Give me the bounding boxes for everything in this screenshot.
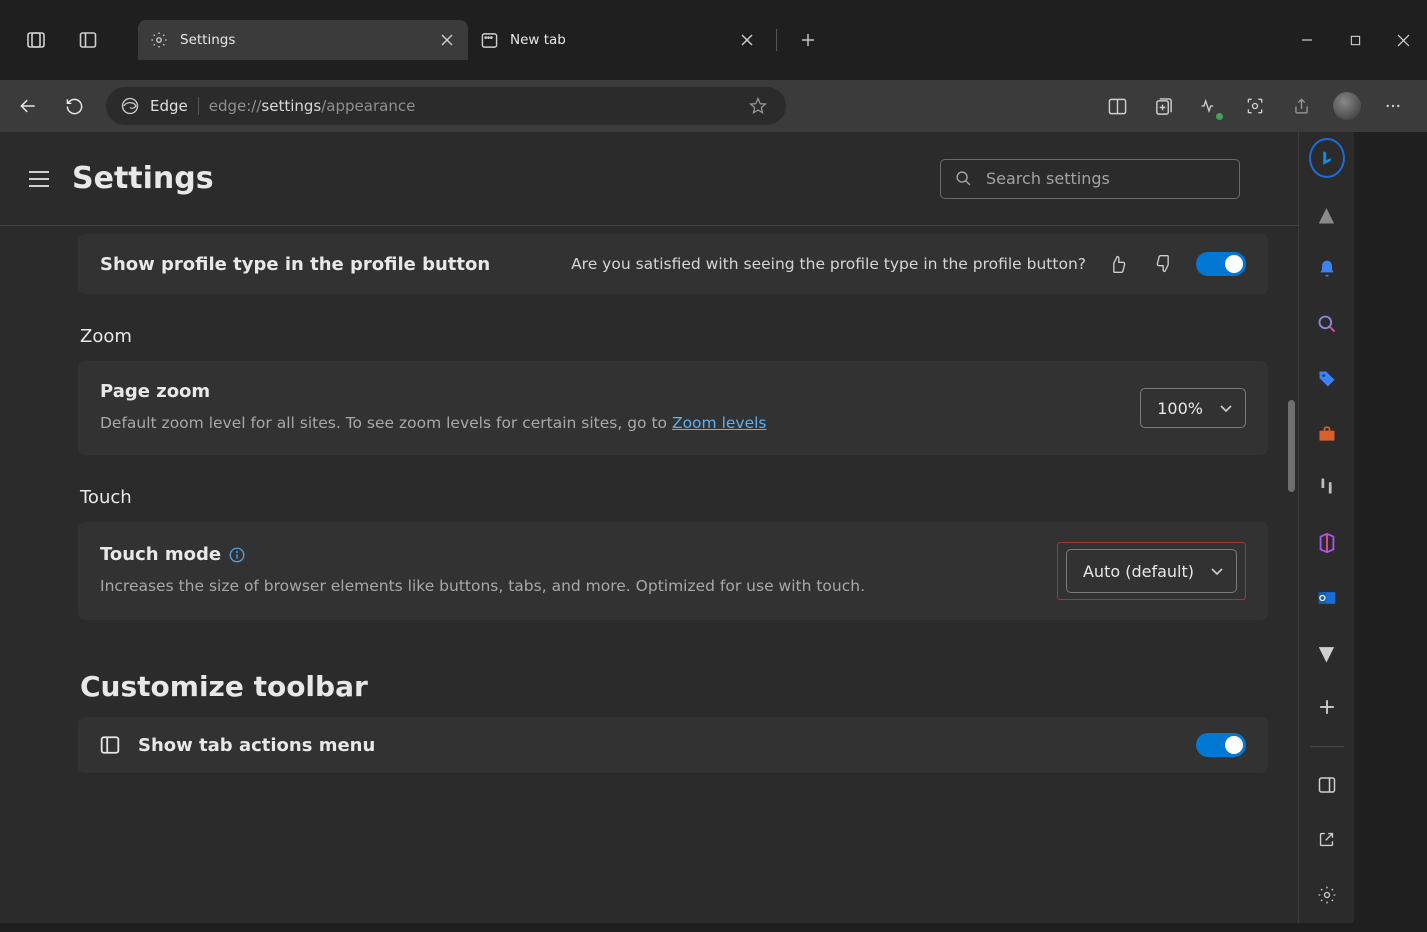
avatar xyxy=(1333,92,1361,120)
setting-description: Default zoom level for all sites. To see… xyxy=(100,412,767,435)
omnibox-prefix: Edge xyxy=(150,97,188,115)
expand-icon[interactable]: ▼ xyxy=(1309,636,1345,669)
toggle-profile-type[interactable] xyxy=(1196,252,1246,276)
newtab-page-icon xyxy=(480,31,498,49)
games-icon[interactable] xyxy=(1309,472,1345,505)
shopping-tag-icon[interactable] xyxy=(1309,362,1345,395)
tab-title: Settings xyxy=(180,32,426,48)
setting-profile-type: Show profile type in the profile button … xyxy=(78,234,1268,294)
window-minimize-button[interactable] xyxy=(1283,18,1331,63)
tab-settings[interactable]: Settings xyxy=(138,20,468,60)
window-maximize-button[interactable] xyxy=(1331,18,1379,63)
sidebar-divider xyxy=(1310,746,1344,747)
browser-toolbar: Edge edge://settings/appearance xyxy=(0,80,1427,132)
collections-icon[interactable] xyxy=(1143,86,1183,126)
external-link-icon[interactable] xyxy=(1309,824,1345,857)
split-screen-icon[interactable] xyxy=(1097,86,1137,126)
tab-actions-glyph-icon xyxy=(100,735,120,755)
edge-logo-icon xyxy=(120,96,140,116)
setting-title: Touch mode xyxy=(100,544,221,565)
tab-separator xyxy=(776,29,777,51)
toggle-tab-actions[interactable] xyxy=(1196,733,1246,757)
touch-mode-dropdown[interactable]: Auto (default) xyxy=(1066,549,1237,593)
info-icon[interactable] xyxy=(227,545,247,565)
omnibox-url: edge://settings/appearance xyxy=(209,97,416,115)
screenshot-icon[interactable] xyxy=(1235,86,1275,126)
search-placeholder: Search settings xyxy=(986,169,1110,188)
chevron-down-icon xyxy=(1210,564,1224,578)
profile-button[interactable] xyxy=(1327,86,1367,126)
scrollbar-thumb[interactable] xyxy=(1288,400,1295,492)
dropdown-value: 100% xyxy=(1157,399,1203,418)
zoom-levels-link[interactable]: Zoom levels xyxy=(672,414,767,432)
notification-bell-icon[interactable] xyxy=(1309,253,1345,286)
feedback-prompt: Are you satisfied with seeing the profil… xyxy=(571,255,1086,273)
bing-chat-icon[interactable] xyxy=(1309,140,1345,176)
page-title: Settings xyxy=(72,161,214,196)
thumbs-up-icon[interactable] xyxy=(1104,250,1132,278)
setting-title: Show tab actions menu xyxy=(138,735,375,756)
close-icon[interactable] xyxy=(738,31,756,49)
gear-icon xyxy=(150,31,168,49)
section-customize-toolbar: Customize toolbar xyxy=(80,670,1268,703)
setting-title: Page zoom xyxy=(100,381,767,402)
setting-tab-actions-menu: Show tab actions menu xyxy=(78,717,1268,773)
add-sidebar-icon[interactable] xyxy=(1309,691,1345,724)
sidebar-settings-icon[interactable] xyxy=(1309,878,1345,911)
tab-strip: Settings New tab xyxy=(0,0,1427,80)
omnibox-separator xyxy=(198,97,199,115)
settings-page: Settings Search settings Show profile ty… xyxy=(0,132,1298,923)
briefcase-icon[interactable] xyxy=(1309,417,1345,450)
highlighted-control: Auto (default) xyxy=(1057,542,1246,600)
microsoft365-icon[interactable] xyxy=(1309,527,1345,560)
setting-touch-mode: Touch mode Increases the size of browser… xyxy=(78,522,1268,620)
hamburger-icon[interactable] xyxy=(28,170,50,188)
tab-actions-icon[interactable] xyxy=(14,18,58,62)
setting-page-zoom: Page zoom Default zoom level for all sit… xyxy=(78,361,1268,455)
sidebar-panel-icon[interactable] xyxy=(1309,769,1345,802)
refresh-button[interactable] xyxy=(54,86,94,126)
tab-title: New tab xyxy=(510,32,726,48)
address-bar[interactable]: Edge edge://settings/appearance xyxy=(106,87,786,125)
outlook-icon[interactable] xyxy=(1309,581,1345,614)
collapse-icon[interactable]: ▲ xyxy=(1309,198,1345,231)
window-close-button[interactable] xyxy=(1379,18,1427,63)
thumbs-down-icon[interactable] xyxy=(1150,250,1178,278)
share-icon[interactable] xyxy=(1281,86,1321,126)
edge-sidebar: ▲ ▼ xyxy=(1298,132,1354,923)
search-sidebar-icon[interactable] xyxy=(1309,308,1345,341)
setting-title: Show profile type in the profile button xyxy=(100,254,490,275)
search-icon xyxy=(955,170,972,187)
setting-description: Increases the size of browser elements l… xyxy=(100,575,1039,598)
dropdown-value: Auto (default) xyxy=(1083,562,1194,581)
vertical-tabs-icon[interactable] xyxy=(66,18,110,62)
settings-header: Settings Search settings xyxy=(0,132,1298,226)
search-input[interactable]: Search settings xyxy=(940,159,1240,199)
chevron-down-icon xyxy=(1219,401,1233,415)
zoom-dropdown[interactable]: 100% xyxy=(1140,388,1246,428)
section-zoom: Zoom xyxy=(80,326,1268,347)
tab-newtab[interactable]: New tab xyxy=(468,20,768,60)
section-touch: Touch xyxy=(80,487,1268,508)
more-menu-icon[interactable] xyxy=(1373,86,1413,126)
close-icon[interactable] xyxy=(438,31,456,49)
performance-icon[interactable] xyxy=(1189,86,1229,126)
new-tab-button[interactable] xyxy=(791,23,825,57)
back-button[interactable] xyxy=(8,86,48,126)
favorite-star-icon[interactable] xyxy=(744,86,772,126)
